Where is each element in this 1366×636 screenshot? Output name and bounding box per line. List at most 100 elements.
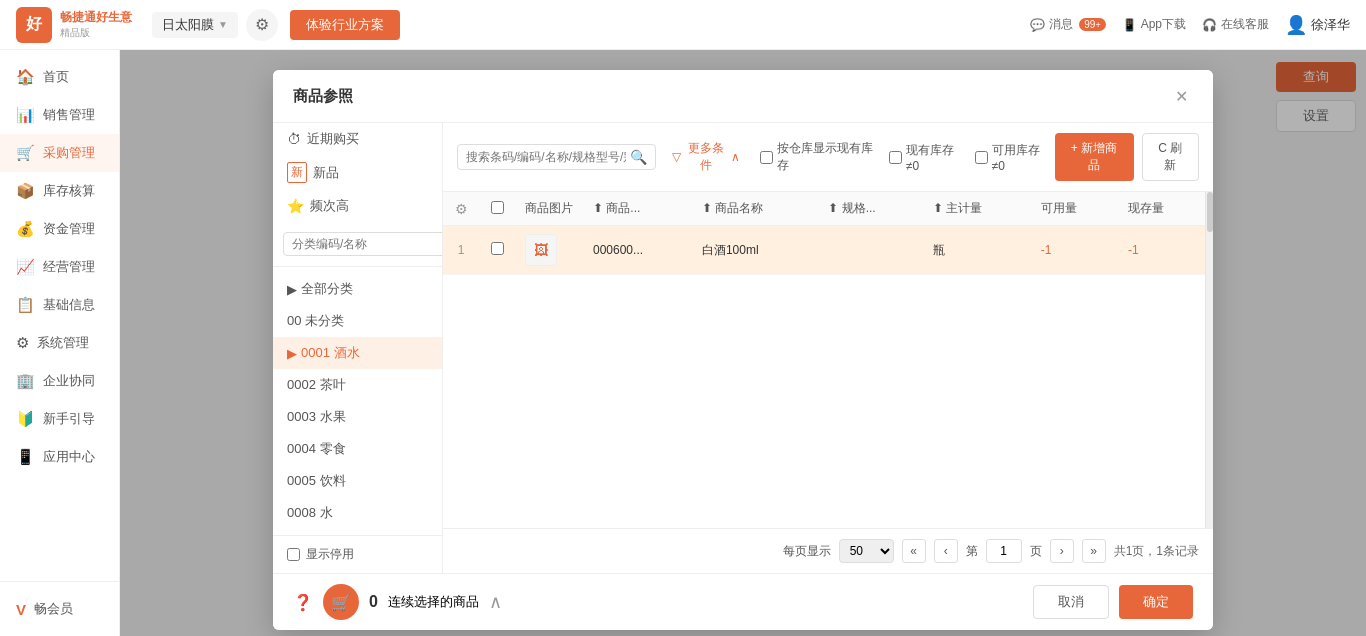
confirm-button[interactable]: 确定 <box>1119 585 1193 619</box>
th-image: 商品图片 <box>515 192 583 226</box>
cb-stock-ne0-label[interactable]: 现有库存≠0 <box>889 142 961 173</box>
product-search-input[interactable] <box>466 150 626 164</box>
sidebar-item-basic-info[interactable]: 📋 基础信息 <box>0 286 119 324</box>
brand-selector[interactable]: 日太阳膜 ▼ <box>152 12 238 38</box>
sidebar-item-apps[interactable]: 📱 应用中心 <box>0 438 119 476</box>
filter-icon: ▽ <box>672 150 681 164</box>
th-stock: 现存量 <box>1118 192 1205 226</box>
cat-tea[interactable]: 0002 茶叶 <box>273 369 442 401</box>
category-search-input[interactable] <box>283 232 443 256</box>
page-unit: 页 <box>1030 543 1042 560</box>
sidebar-bottom: V 畅会员 <box>0 581 119 636</box>
sidebar-item-finance[interactable]: 💰 资金管理 <box>0 210 119 248</box>
th-available: 可用量 <box>1031 192 1118 226</box>
sidebar-item-sales[interactable]: 📊 销售管理 <box>0 96 119 134</box>
finance-icon: 💰 <box>16 220 35 238</box>
last-page-button[interactable]: » <box>1082 539 1106 563</box>
sidebar-item-system[interactable]: ⚙ 系统管理 <box>0 324 119 362</box>
th-name-sort: ⬆ <box>702 201 712 215</box>
cat-all[interactable]: ▶ 全部分类 <box>273 273 442 305</box>
recent-icon: ⏱ <box>287 131 301 147</box>
prev-page-button[interactable]: ‹ <box>934 539 958 563</box>
brand-dropdown-arrow: ▼ <box>218 19 228 30</box>
user-profile[interactable]: 👤 徐泽华 <box>1285 14 1350 36</box>
cta-button[interactable]: 体验行业方案 <box>290 10 400 40</box>
new-product-icon: 新 <box>287 162 307 183</box>
sidebar-item-home[interactable]: 🏠 首页 <box>0 58 119 96</box>
td-available: -1 <box>1031 226 1118 275</box>
table-header-row: ⚙ 商品图片 <box>443 192 1205 226</box>
modal-title: 商品参照 <box>293 87 353 106</box>
per-page-select[interactable]: 50 20 100 <box>839 539 894 563</box>
cat-liquor-arrow: ▶ <box>287 346 297 361</box>
modal-header: 商品参照 ✕ <box>273 70 1213 123</box>
logo-area: 好 畅捷通好生意 精品版 <box>16 7 132 43</box>
sidebar-item-purchase[interactable]: 🛒 采购管理 <box>0 134 119 172</box>
row-checkbox[interactable] <box>491 242 504 255</box>
cat-snack[interactable]: 0004 零食 <box>273 433 442 465</box>
sidebar-item-business[interactable]: 📈 经营管理 <box>0 248 119 286</box>
sidebar-item-guide[interactable]: 🔰 新手引导 <box>0 400 119 438</box>
guide-icon: 🔰 <box>16 410 35 428</box>
vertical-scrollbar[interactable] <box>1205 192 1213 528</box>
td-checkbox <box>479 226 515 275</box>
td-stock: -1 <box>1118 226 1205 275</box>
cat-fruit[interactable]: 0003 水果 <box>273 401 442 433</box>
home-icon: 🏠 <box>16 68 35 86</box>
topbar-right: 💬 消息 99+ 📱 App下载 🎧 在线客服 👤 徐泽华 <box>1030 14 1350 36</box>
product-reference-modal: 商品参照 ✕ ⏱ 近期购买 新 新品 <box>273 70 1213 630</box>
purchase-icon: 🛒 <box>16 144 35 162</box>
basic-info-icon: 📋 <box>16 296 35 314</box>
table-row[interactable]: 1 🖼 <box>443 226 1205 275</box>
online-service-btn[interactable]: 🎧 在线客服 <box>1202 16 1269 33</box>
quick-high-freq[interactable]: ⭐ 频次高 <box>273 190 442 222</box>
app-download-btn[interactable]: 📱 App下载 <box>1122 16 1186 33</box>
cat-uncategorized[interactable]: 00 未分类 <box>273 305 442 337</box>
quick-new-product[interactable]: 新 新品 <box>273 155 442 190</box>
cat-all-arrow: ▶ <box>287 282 297 297</box>
toolbar-right: + 新增商品 C 刷新 <box>1055 133 1200 181</box>
sidebar-item-member[interactable]: V 畅会员 <box>0 590 119 628</box>
footer-buttons: 取消 确定 <box>1033 585 1193 619</box>
select-all-checkbox[interactable] <box>491 201 504 214</box>
cat-beverage[interactable]: 0005 饮料 <box>273 465 442 497</box>
category-search: 🔍 « <box>273 222 442 267</box>
help-icon[interactable]: ❓ <box>293 593 313 612</box>
cancel-button[interactable]: 取消 <box>1033 585 1109 619</box>
notification-badge: 99+ <box>1079 18 1105 31</box>
show-disabled-checkbox[interactable] <box>287 548 300 561</box>
th-code-sort: ⬆ <box>593 201 603 215</box>
refresh-button[interactable]: C 刷新 <box>1142 133 1199 181</box>
cb-usable-ne0[interactable] <box>975 151 988 164</box>
cb-warehouse[interactable] <box>760 151 773 164</box>
filter-button[interactable]: ▽ 更多条件 ∧ <box>664 136 748 178</box>
cat-liquor[interactable]: ▶ 0001 酒水 <box>273 337 442 369</box>
collapse-footer-icon[interactable]: ∧ <box>489 591 502 613</box>
modal-close-button[interactable]: ✕ <box>1169 84 1193 108</box>
main-layout: 🏠 首页 📊 销售管理 🛒 采购管理 📦 库存核算 💰 资金管理 📈 经营管理 … <box>0 50 1366 636</box>
table-scroll[interactable]: ⚙ 商品图片 <box>443 192 1205 528</box>
th-spec-sort: ⬆ <box>828 201 838 215</box>
category-panel: ⏱ 近期购买 新 新品 ⭐ 频次高 <box>273 123 443 573</box>
scroll-thumb <box>1207 192 1213 232</box>
notification-btn[interactable]: 💬 消息 99+ <box>1030 16 1105 33</box>
show-disabled-label[interactable]: 显示停用 <box>306 546 354 563</box>
th-unit: ⬆ 主计量 <box>923 192 1031 226</box>
content-area: 查询 设置 商品参照 ✕ ⏱ 近期购买 <box>120 50 1366 636</box>
page-input[interactable] <box>986 539 1022 563</box>
column-settings-icon[interactable]: ⚙ <box>455 201 468 217</box>
cart-button[interactable]: 🛒 <box>323 584 359 620</box>
product-search-icon[interactable]: 🔍 <box>630 149 647 165</box>
cb-usable-ne0-label[interactable]: 可用库存≠0 <box>975 142 1047 173</box>
pagination: 每页显示 50 20 100 « ‹ 第 页 › <box>443 528 1213 573</box>
sidebar-item-inventory[interactable]: 📦 库存核算 <box>0 172 119 210</box>
cb-warehouse-label[interactable]: 按仓库显示现有库存 <box>760 140 875 174</box>
first-page-button[interactable]: « <box>902 539 926 563</box>
next-page-button[interactable]: › <box>1050 539 1074 563</box>
cat-water[interactable]: 0008 水 <box>273 497 442 529</box>
add-product-button[interactable]: + 新增商品 <box>1055 133 1134 181</box>
quick-recent-purchase[interactable]: ⏱ 近期购买 <box>273 123 442 155</box>
cb-stock-ne0[interactable] <box>889 151 902 164</box>
settings-icon[interactable]: ⚙ <box>246 9 278 41</box>
sidebar-item-enterprise[interactable]: 🏢 企业协同 <box>0 362 119 400</box>
